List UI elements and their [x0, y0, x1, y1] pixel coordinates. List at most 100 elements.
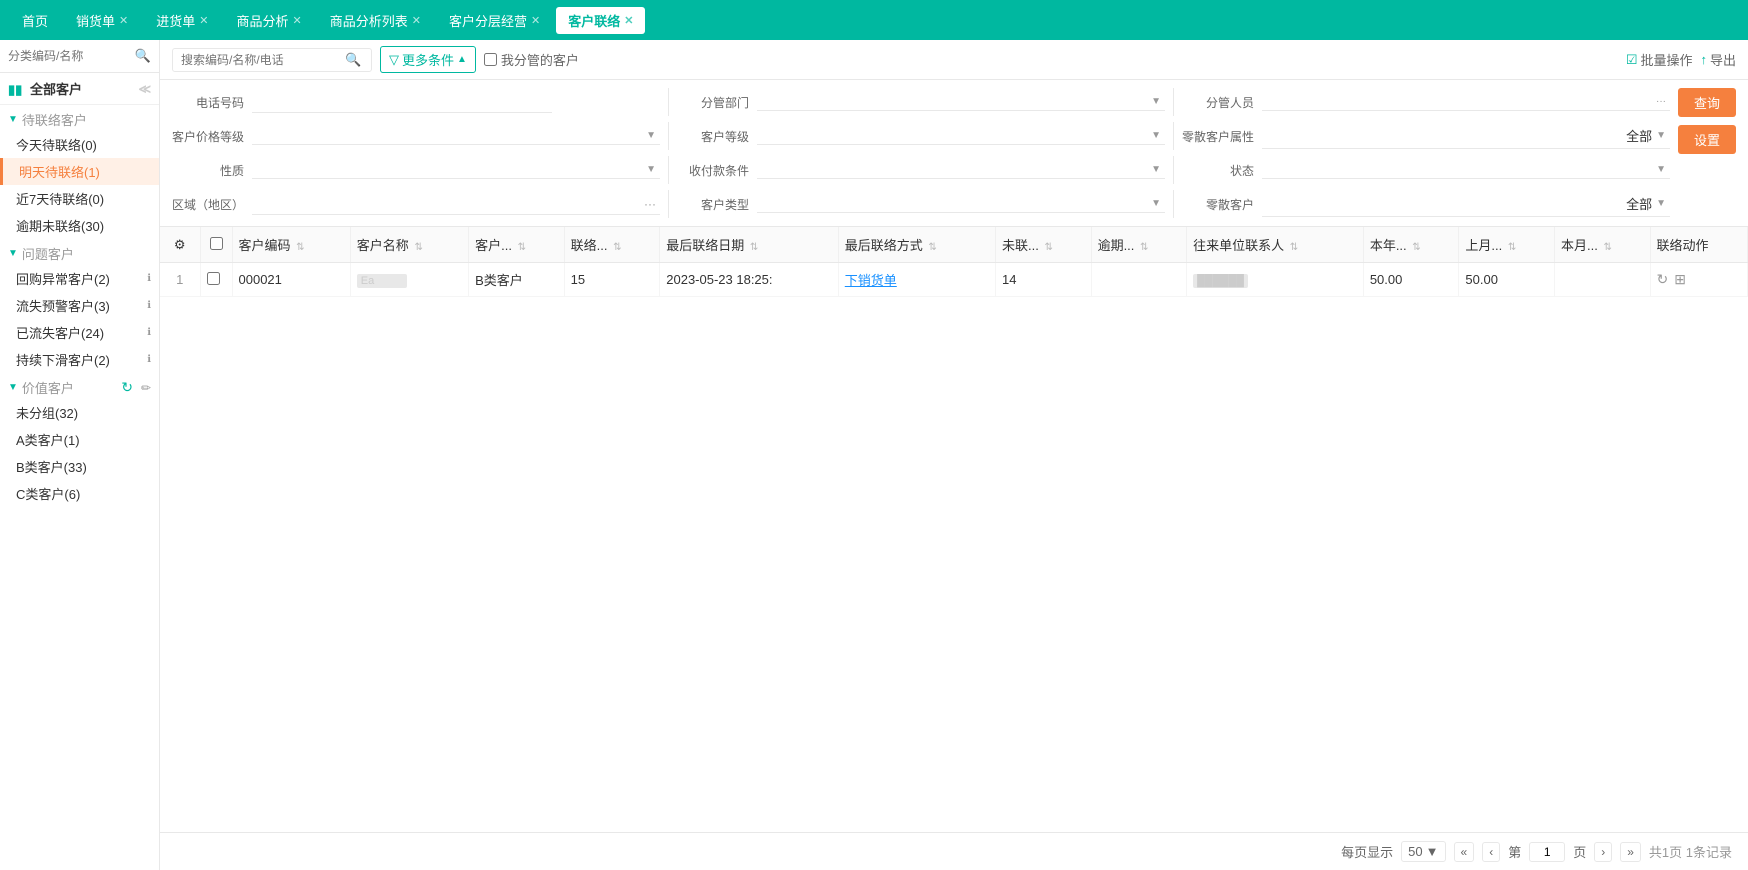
sidebar-item-today[interactable]: 今天待联络(0): [0, 131, 159, 158]
filter-dept-select[interactable]: ▼: [757, 93, 1165, 111]
sidebar-item-abnormal[interactable]: 回购异常客户(2) ℹ: [0, 265, 159, 292]
more-filter-button[interactable]: ▽ 更多条件 ▲: [380, 46, 476, 73]
nav-sales[interactable]: 销货单 ✕: [64, 7, 140, 34]
last-method-link[interactable]: 下销货单: [845, 273, 897, 288]
gear-settings-icon[interactable]: ⚙: [174, 237, 186, 252]
query-button[interactable]: 查询: [1678, 88, 1736, 117]
th-contact[interactable]: 联络... ⇅: [564, 227, 660, 263]
value-edit-icon[interactable]: ✏: [141, 381, 151, 395]
info-icon-lost-risk: ℹ: [147, 300, 151, 311]
filter-price-level-select[interactable]: ▼: [252, 127, 660, 145]
nav-customer-contact[interactable]: 客户联络 ✕: [556, 7, 645, 34]
refresh-action-icon[interactable]: ↻: [1657, 271, 1669, 288]
th-this-year[interactable]: 本年... ⇅: [1363, 227, 1459, 263]
filter-region-select[interactable]: ···: [252, 194, 660, 215]
sidebar-item-ungrouped[interactable]: 未分组(32): [0, 399, 159, 426]
reset-button[interactable]: 设置: [1678, 125, 1736, 154]
grid-action-icon[interactable]: ⊞: [1674, 271, 1686, 288]
sidebar-item-classC[interactable]: C类客户(6): [0, 480, 159, 507]
batch-button[interactable]: ☑ 批量操作: [1626, 50, 1693, 69]
export-icon: ↑: [1700, 52, 1707, 67]
filter-customer-level-select[interactable]: ▼: [757, 127, 1165, 145]
th-overdue[interactable]: 逾期... ⇅: [1091, 227, 1187, 263]
th-unit-contact[interactable]: 往来单位联系人 ⇅: [1187, 227, 1364, 263]
filter-payment-label: 收付款条件: [677, 162, 757, 179]
sidebar-search-icon[interactable]: 🔍: [135, 48, 151, 64]
filter-row-3: 性质 ▼ 收付款条件 ▼: [172, 156, 1670, 184]
filter-scatter-attr-value: 全部: [1626, 126, 1652, 145]
sort-overdue-icon: ⇅: [1140, 242, 1148, 253]
th-last-method[interactable]: 最后联络方式 ⇅: [838, 227, 995, 263]
sidebar-item-classA[interactable]: A类客户(1): [0, 426, 159, 453]
action-icons-wrap: ↻ ⊞: [1657, 271, 1741, 288]
page-number-input[interactable]: [1529, 842, 1565, 862]
sidebar-item-week7[interactable]: 近7天待联络(0): [0, 185, 159, 212]
filter-status-select[interactable]: ▼: [1262, 161, 1670, 179]
sidebar-search-input[interactable]: [8, 49, 131, 63]
value-refresh-icon[interactable]: ↻: [121, 379, 133, 396]
filter-person-select[interactable]: ···: [1262, 93, 1670, 111]
region-dots-icon: ···: [644, 197, 656, 211]
sidebar-all-customers[interactable]: ▮▮ 全部客户 ≪: [0, 73, 159, 105]
select-all-checkbox[interactable]: [210, 237, 223, 250]
nav-close-customer-contact[interactable]: ✕: [624, 14, 633, 27]
td-contact: 15: [564, 263, 660, 297]
info-icon-declining: ℹ: [147, 354, 151, 365]
sidebar-item-declining[interactable]: 持续下滑客户(2) ℹ: [0, 346, 159, 373]
customer-table: ⚙ 客户编码 ⇅ 客户名称 ⇅ 客户... ⇅: [160, 227, 1748, 297]
nav-close-analysis[interactable]: ✕: [293, 14, 302, 27]
sidebar-item-tomorrow[interactable]: 明天待联络(1): [0, 158, 159, 185]
th-name[interactable]: 客户名称 ⇅: [350, 227, 468, 263]
row-checkbox[interactable]: [207, 272, 220, 285]
my-customers-checkbox[interactable]: [484, 53, 497, 66]
nav-customer-mgmt[interactable]: 客户分层经营 ✕: [437, 7, 552, 34]
sidebar-item-classB[interactable]: B类客户(33): [0, 453, 159, 480]
nav-close-sales[interactable]: ✕: [119, 14, 128, 27]
td-type: B类客户: [469, 263, 565, 297]
th-gear[interactable]: ⚙: [160, 227, 200, 263]
td-this-month: [1554, 263, 1650, 297]
next-page-button[interactable]: ›: [1594, 842, 1612, 862]
filter-scatter-attr-select[interactable]: 全部 ▼: [1262, 123, 1670, 149]
nav-close-analysis-list[interactable]: ✕: [412, 14, 421, 27]
th-type[interactable]: 客户... ⇅: [469, 227, 565, 263]
search-icon[interactable]: 🔍: [345, 52, 361, 68]
sort-name-icon: ⇅: [414, 242, 422, 253]
export-button[interactable]: ↑ 导出: [1700, 50, 1736, 69]
sidebar-collapse-icon[interactable]: ≪: [138, 82, 151, 96]
sidebar-item-lost[interactable]: 已流失客户(24) ℹ: [0, 319, 159, 346]
filter-person: 分管人员 ···: [1182, 93, 1670, 111]
nav-analysis-list[interactable]: 商品分析列表 ✕: [318, 7, 433, 34]
th-last-date[interactable]: 最后联络日期 ⇅: [660, 227, 839, 263]
filter-customer-level: 客户等级 ▼: [677, 127, 1165, 145]
sidebar-item-lost-risk[interactable]: 流失预警客户(3) ℹ: [0, 292, 159, 319]
page-size-select[interactable]: 50 ▼: [1401, 841, 1445, 862]
td-last-month: 50.00: [1459, 263, 1555, 297]
filter-customer-type-select[interactable]: ▼: [757, 195, 1165, 213]
td-actions: ↻ ⊞: [1650, 263, 1747, 297]
nav-close-customer-mgmt[interactable]: ✕: [531, 14, 540, 27]
prev-page-button[interactable]: ‹: [1482, 842, 1500, 862]
last-page-button[interactable]: »: [1620, 842, 1641, 862]
sidebar-item-overdue[interactable]: 逾期未联络(30): [0, 212, 159, 239]
nav-home[interactable]: 首页: [10, 7, 60, 34]
th-last-month[interactable]: 上月... ⇅: [1459, 227, 1555, 263]
sidebar-group-problem: ▼ 问题客户: [0, 239, 159, 265]
first-page-button[interactable]: «: [1454, 842, 1475, 862]
scatter-attr-chevron-icon: ▼: [1656, 130, 1666, 141]
filter-scatter-select[interactable]: 全部 ▼: [1262, 191, 1670, 217]
nav-purchase[interactable]: 进货单 ✕: [144, 7, 220, 34]
filter-region: 区域（地区） ···: [172, 194, 660, 215]
th-this-month[interactable]: 本月... ⇅: [1554, 227, 1650, 263]
search-input[interactable]: [181, 53, 341, 67]
filter-nature-select[interactable]: ▼: [252, 161, 660, 179]
th-code[interactable]: 客户编码 ⇅: [232, 227, 350, 263]
nav-close-purchase[interactable]: ✕: [199, 14, 208, 27]
nav-analysis[interactable]: 商品分析 ✕: [224, 7, 313, 34]
filter-phone-input[interactable]: [252, 92, 552, 113]
filter-payment-select[interactable]: ▼: [757, 161, 1165, 179]
my-customers-checkbox-label[interactable]: 我分管的客户: [484, 50, 579, 69]
page-size-label: 每页显示: [1341, 842, 1393, 861]
td-last-method[interactable]: 下销货单: [838, 263, 995, 297]
th-uncontacted[interactable]: 未联... ⇅: [995, 227, 1091, 263]
